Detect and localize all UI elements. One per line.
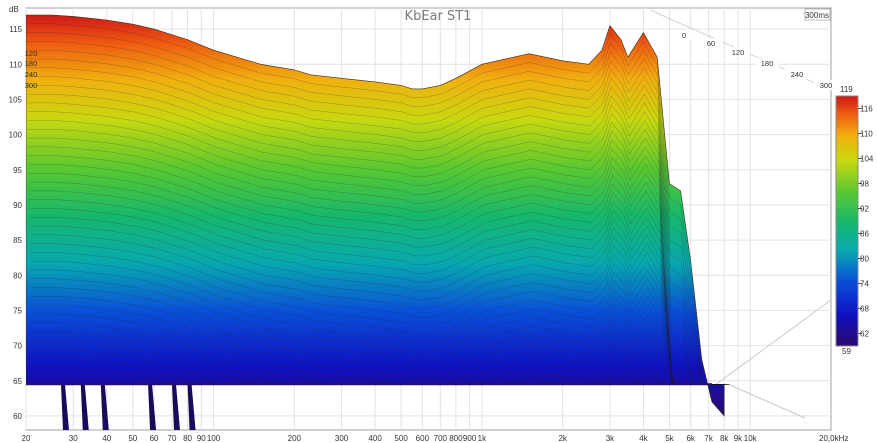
x-tick-label: 40: [102, 434, 111, 443]
y-tick-label: 75: [13, 306, 22, 315]
x-tick-label: 80: [183, 434, 192, 443]
colorbar-tick-label: 80: [860, 255, 869, 264]
x-tick-label: 8k: [720, 434, 729, 443]
x-tick-label: 1k: [478, 434, 487, 443]
time-tick-label: 120: [732, 48, 745, 57]
chart-title: KbEar ST1: [405, 9, 472, 24]
x-tick-label: 3k: [606, 434, 615, 443]
colorbar-tick-label: 62: [860, 330, 869, 339]
y-tick-label: 100: [9, 131, 23, 140]
colorbar-tick-label: 110: [860, 130, 873, 139]
colorbar-tick-label: 92: [860, 205, 869, 214]
x-tick-label: 500: [394, 434, 408, 443]
colorbar-min-label: 59: [842, 347, 851, 356]
time-tick-label: 240: [25, 70, 38, 79]
colorbar-tick-label: 104: [860, 155, 874, 164]
y-tick-label: 105: [9, 95, 23, 104]
x-tick-label: 30: [69, 434, 78, 443]
time-tick-label: 300: [25, 81, 38, 90]
x-tick-label: 9k: [734, 434, 743, 443]
y-axis-labels: 60 65 70 75 80 85 90 95 100 105 110 115: [9, 25, 23, 421]
x-tick-label: 300: [335, 434, 349, 443]
y-tick-label: 70: [13, 342, 22, 351]
colorbar-tick-label: 116: [860, 105, 873, 114]
x-tick-label: 700: [434, 434, 448, 443]
x-tick-label: 50: [128, 434, 137, 443]
colorbar-tick-label: 74: [860, 280, 869, 289]
x-tick-label: 400: [368, 434, 382, 443]
x-tick-label: 900: [463, 434, 477, 443]
x-tick-label: 60: [150, 434, 159, 443]
y-tick-label: 95: [13, 166, 22, 175]
time-range-label: 300ms: [805, 11, 829, 20]
x-tick-label: 200: [288, 434, 302, 443]
x-tick-label: 5k: [665, 434, 674, 443]
y-tick-label: 85: [13, 236, 22, 245]
x-tick-label: 20: [22, 434, 31, 443]
y-tick-label: 110: [9, 60, 22, 69]
x-axis-labels: 20 30 40 50 60 70 80 90 100 200 300 400 500 600 700 800…: [22, 434, 758, 443]
x-tick-label: 4k: [639, 434, 648, 443]
colorbar-max-label: 119: [840, 85, 853, 94]
x-tick-label: 90: [197, 434, 206, 443]
x-tick-label: 800: [449, 434, 463, 443]
colorbar-tick-label: 68: [860, 305, 869, 314]
waterfall-chart: 60 65 70 75 80 85 90 95 100 105 110 115 20 30 40 50 60 7…: [9, 5, 874, 443]
time-tick-label: 180: [25, 59, 38, 68]
x-unit-label: 20,0kHz: [819, 434, 848, 443]
y-tick-label: 80: [13, 271, 22, 280]
time-tick-label: 120: [25, 49, 38, 58]
time-tick-label: 0: [682, 31, 686, 40]
x-tick-label: 600: [416, 434, 430, 443]
y-tick-label: 90: [13, 201, 22, 210]
colorbar-tick-label: 86: [860, 230, 869, 239]
colorbar-tick-label: 98: [860, 180, 869, 189]
y-unit-label: dB: [9, 5, 19, 14]
x-tick-label: 100: [207, 434, 221, 443]
time-tick-label: 240: [791, 70, 804, 79]
x-tick-label: 7k: [704, 434, 713, 443]
x-tick-label: 6k: [686, 434, 695, 443]
time-tick-label: 300: [820, 81, 833, 90]
y-tick-label: 65: [13, 377, 22, 386]
colorbar: 116 110 104 98 92 86 80 74 68 62 119 59: [835, 85, 874, 356]
time-tick-label: 60: [707, 39, 715, 48]
y-tick-label: 60: [13, 412, 22, 421]
time-tick-label: 180: [761, 59, 774, 68]
y-tick-label: 115: [9, 25, 22, 34]
x-tick-label: 2k: [558, 434, 567, 443]
x-tick-label: 70: [168, 434, 177, 443]
x-tick-label: 10k: [744, 434, 758, 443]
